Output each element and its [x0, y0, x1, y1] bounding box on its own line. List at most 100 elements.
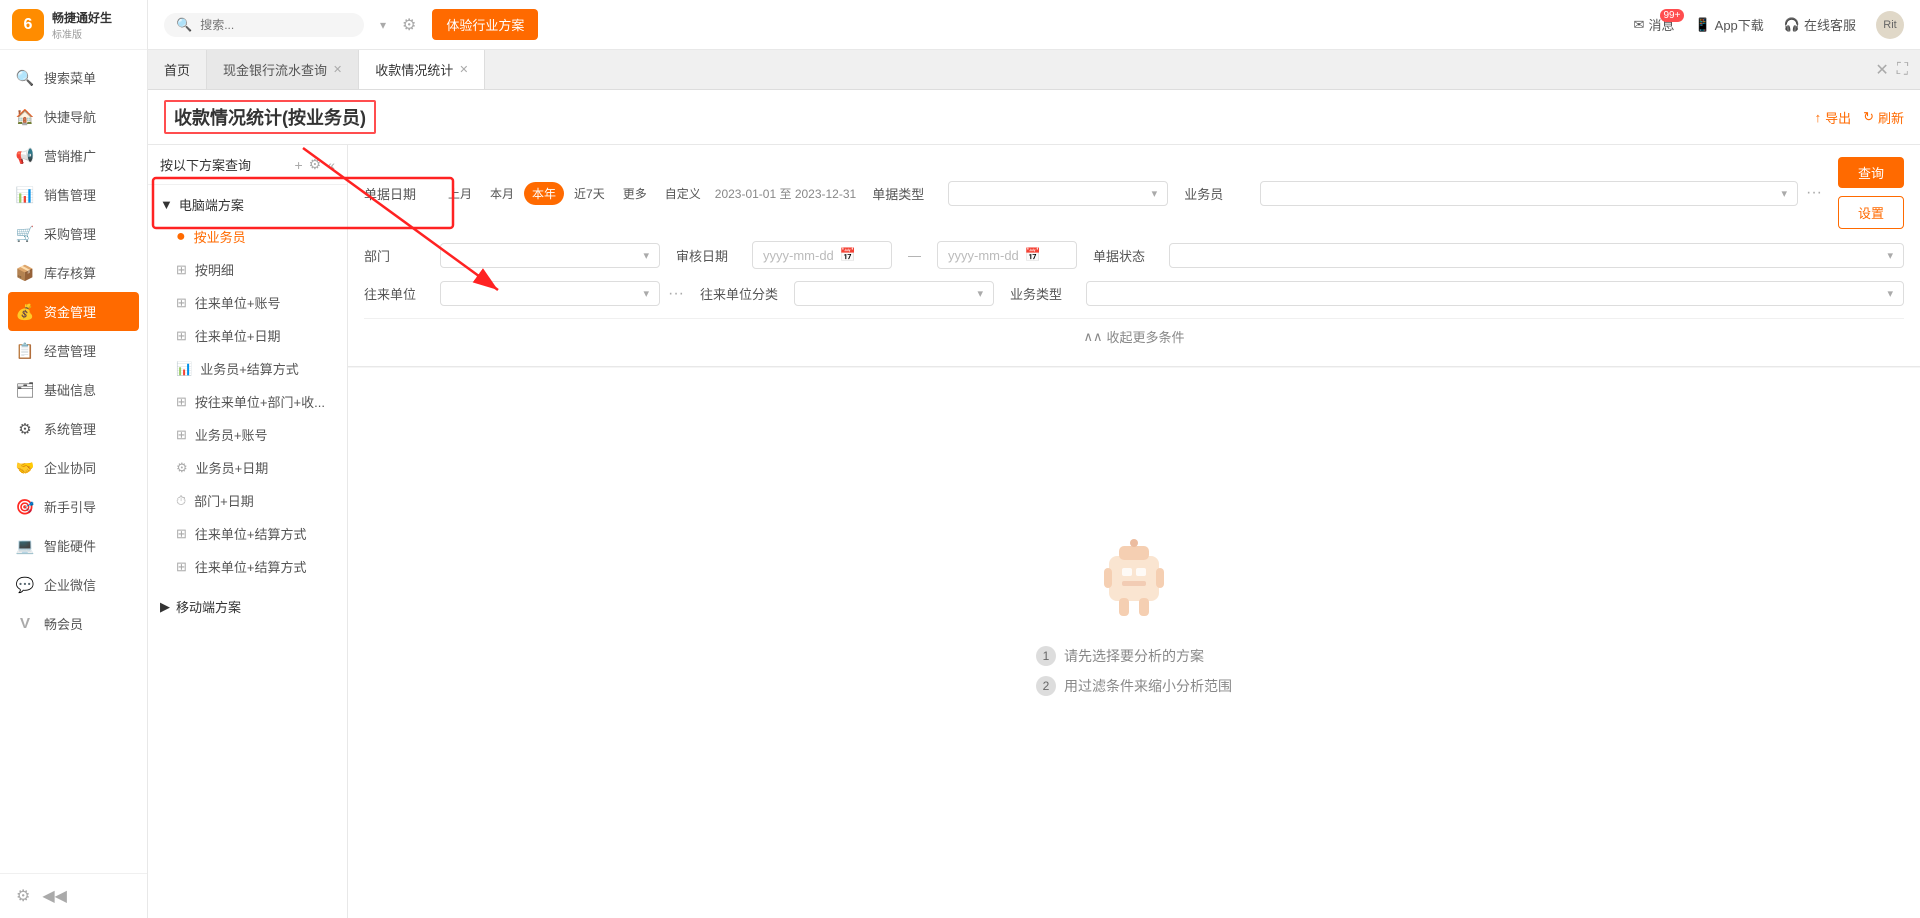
calendar-icon: 📅	[840, 247, 856, 263]
sidebar-item-collab[interactable]: 🤝 企业协同	[0, 448, 147, 487]
date-tab-more[interactable]: 更多	[615, 182, 655, 205]
scheme-item-counterpart-date[interactable]: ⊞ 往来单位+日期	[148, 319, 347, 352]
scheme-item-salesman[interactable]: ● 按业务员	[148, 220, 347, 253]
sidebar-item-marketing[interactable]: 📢 营销推广	[0, 136, 147, 175]
business-type-select[interactable]: ▾	[1086, 281, 1904, 306]
topbar-gear-icon[interactable]: ⚙	[402, 15, 416, 35]
type-select[interactable]: ▾	[948, 181, 1168, 206]
sidebar-item-vip[interactable]: V 畅会员	[0, 604, 147, 643]
scheme-item-counterpart-settle1[interactable]: ⊞ 往来单位+结算方式	[148, 517, 347, 550]
scheme-item-counterpart-settle2[interactable]: ⊞ 往来单位+结算方式	[148, 550, 347, 583]
content-area: 按以下方案查询 + ⚙ « ▼ 电脑端方案 ● 按业务员 ⊞	[148, 145, 1920, 918]
salesman-select[interactable]: ▾	[1260, 181, 1798, 206]
counterpart-category-select[interactable]: ▾	[794, 281, 994, 306]
scheme-item-counterpart-account[interactable]: ⊞ 往来单位+账号	[148, 286, 347, 319]
sidebar-item-search[interactable]: 🔍 搜索菜单	[0, 58, 147, 97]
scheme-item-salesman-settle[interactable]: 📊 业务员+结算方式	[148, 352, 347, 385]
sidebar-item-finance[interactable]: 💰 资金管理	[8, 292, 139, 331]
group-label: 移动端方案	[176, 597, 241, 616]
sidebar-item-operations[interactable]: 📋 经营管理	[0, 331, 147, 370]
salesman-more-icon[interactable]: ···	[1806, 184, 1822, 202]
collapse-filter-button[interactable]: ∧∧ 收起更多条件	[364, 318, 1904, 354]
app-icon: 📱	[1694, 17, 1710, 33]
export-button[interactable]: ↑ 导出	[1815, 108, 1852, 127]
panel-header-actions: + ⚙ «	[294, 156, 335, 173]
date-tab-this-year[interactable]: 本年	[524, 182, 564, 205]
app-label: App下载	[1715, 15, 1764, 34]
settings-bottom-icon[interactable]: ⚙	[16, 886, 30, 906]
audit-from-input[interactable]: yyyy-mm-dd 📅	[752, 241, 892, 269]
scheme-item-label: 往来单位+结算方式	[195, 557, 307, 576]
dept-select[interactable]: ▾	[440, 243, 660, 268]
date-tab-custom[interactable]: 自定义	[657, 182, 709, 205]
counterpart-category-label: 往来单位分类	[700, 284, 778, 303]
filter-row-3: 往来单位 ▾ ··· 往来单位分类 ▾ 业务	[364, 281, 1904, 306]
message-button[interactable]: ✉ 消息 99+	[1634, 15, 1675, 34]
home-icon: 🏠	[16, 108, 34, 126]
scheme-item-detail[interactable]: ⊞ 按明细	[148, 253, 347, 286]
scheme-item-salesman-account[interactable]: ⊞ 业务员+账号	[148, 418, 347, 451]
expand-icon[interactable]: ⛶	[1897, 61, 1908, 79]
tab-cashflow-close-icon[interactable]: ✕	[333, 63, 342, 76]
salesman-chevron-icon: ▾	[1781, 187, 1787, 200]
date-tabs: 上月 本月 本年 近7天 更多 自定义	[440, 182, 709, 205]
scheme-item-counterpart-dept[interactable]: ⊞ 按往来单位+部门+收...	[148, 385, 347, 418]
sidebar-bottom: ⚙ ◀◀	[0, 873, 147, 918]
sidebar-item-quicknav[interactable]: 🏠 快捷导航	[0, 97, 147, 136]
scheme-item-label: 部门+日期	[194, 491, 254, 510]
counterpart-select[interactable]: ▾	[440, 281, 660, 306]
scheme-icon: ⏱	[176, 493, 186, 509]
scheme-group-mobile-title[interactable]: ▶ 移动端方案	[148, 591, 347, 622]
search-chevron-icon[interactable]: ▾	[380, 18, 386, 32]
logo-icon: 6	[12, 9, 44, 41]
close-all-tabs-icon[interactable]: ✕	[1875, 60, 1888, 80]
counterpart-more-icon[interactable]: ···	[668, 285, 684, 303]
scheme-item-label: 往来单位+账号	[195, 293, 281, 312]
scheme-item-label: 按业务员	[194, 227, 246, 246]
sidebar-item-system[interactable]: ⚙ 系统管理	[0, 409, 147, 448]
app-download-button[interactable]: 📱 App下载	[1694, 15, 1763, 34]
user-avatar[interactable]: Rit	[1876, 11, 1904, 39]
empty-illustration	[1084, 526, 1184, 626]
set-button[interactable]: 设置	[1838, 196, 1904, 229]
audit-to-input[interactable]: yyyy-mm-dd 📅	[937, 241, 1077, 269]
settings-scheme-icon[interactable]: ⚙	[309, 156, 322, 173]
sidebar-item-hardware[interactable]: 💻 智能硬件	[0, 526, 147, 565]
export-icon: ↑	[1815, 110, 1822, 125]
sidebar-item-sales[interactable]: 📊 销售管理	[0, 175, 147, 214]
scheme-item-salesman-date[interactable]: ⚙ 业务员+日期	[148, 451, 347, 484]
scheme-item-label: 业务员+账号	[195, 425, 268, 444]
tab-collection-label: 收款情况统计	[375, 60, 453, 79]
topbar-search-box[interactable]: 🔍	[164, 13, 364, 37]
sidebar-item-label: 新手引导	[44, 497, 96, 516]
scheme-item-label: 业务员+日期	[196, 458, 269, 477]
online-service-button[interactable]: 🎧 在线客服	[1784, 15, 1856, 34]
tab-collection-close-icon[interactable]: ✕	[459, 63, 468, 76]
add-scheme-icon[interactable]: +	[294, 157, 302, 173]
sidebar-item-wechat[interactable]: 💬 企业微信	[0, 565, 147, 604]
scheme-group-desktop-title[interactable]: ▼ 电脑端方案	[148, 189, 347, 220]
scheme-item-label: 往来单位+日期	[195, 326, 281, 345]
tab-cashflow[interactable]: 现金银行流水查询 ✕	[207, 50, 359, 89]
search-input[interactable]	[200, 18, 340, 32]
query-button[interactable]: 查询	[1838, 157, 1904, 188]
tab-home[interactable]: 首页	[148, 50, 207, 89]
scheme-icon: ⊞	[176, 295, 187, 311]
date-tab-last-month[interactable]: 上月	[440, 182, 480, 205]
counterpart-control: ▾ ···	[440, 281, 684, 306]
tab-collection[interactable]: 收款情况统计 ✕	[359, 50, 485, 89]
refresh-label: 刷新	[1878, 108, 1904, 127]
refresh-button[interactable]: ↻ 刷新	[1863, 108, 1904, 127]
collapse-panel-icon[interactable]: «	[327, 157, 335, 173]
sidebar-item-basic[interactable]: 🗂 基础信息	[0, 370, 147, 409]
date-tab-7days[interactable]: 近7天	[566, 182, 613, 205]
scheme-item-dept-date[interactable]: ⏱ 部门+日期	[148, 484, 347, 517]
sidebar-item-purchase[interactable]: 🛒 采购管理	[0, 214, 147, 253]
trial-button[interactable]: 体验行业方案	[432, 9, 538, 40]
status-select[interactable]: ▾	[1169, 243, 1904, 268]
sidebar-item-inventory[interactable]: 📦 库存核算	[0, 253, 147, 292]
date-tab-this-month[interactable]: 本月	[482, 182, 522, 205]
operations-icon: 📋	[16, 342, 34, 360]
sidebar-item-guide[interactable]: 🎯 新手引导	[0, 487, 147, 526]
collapse-sidebar-icon[interactable]: ◀◀	[42, 886, 67, 906]
